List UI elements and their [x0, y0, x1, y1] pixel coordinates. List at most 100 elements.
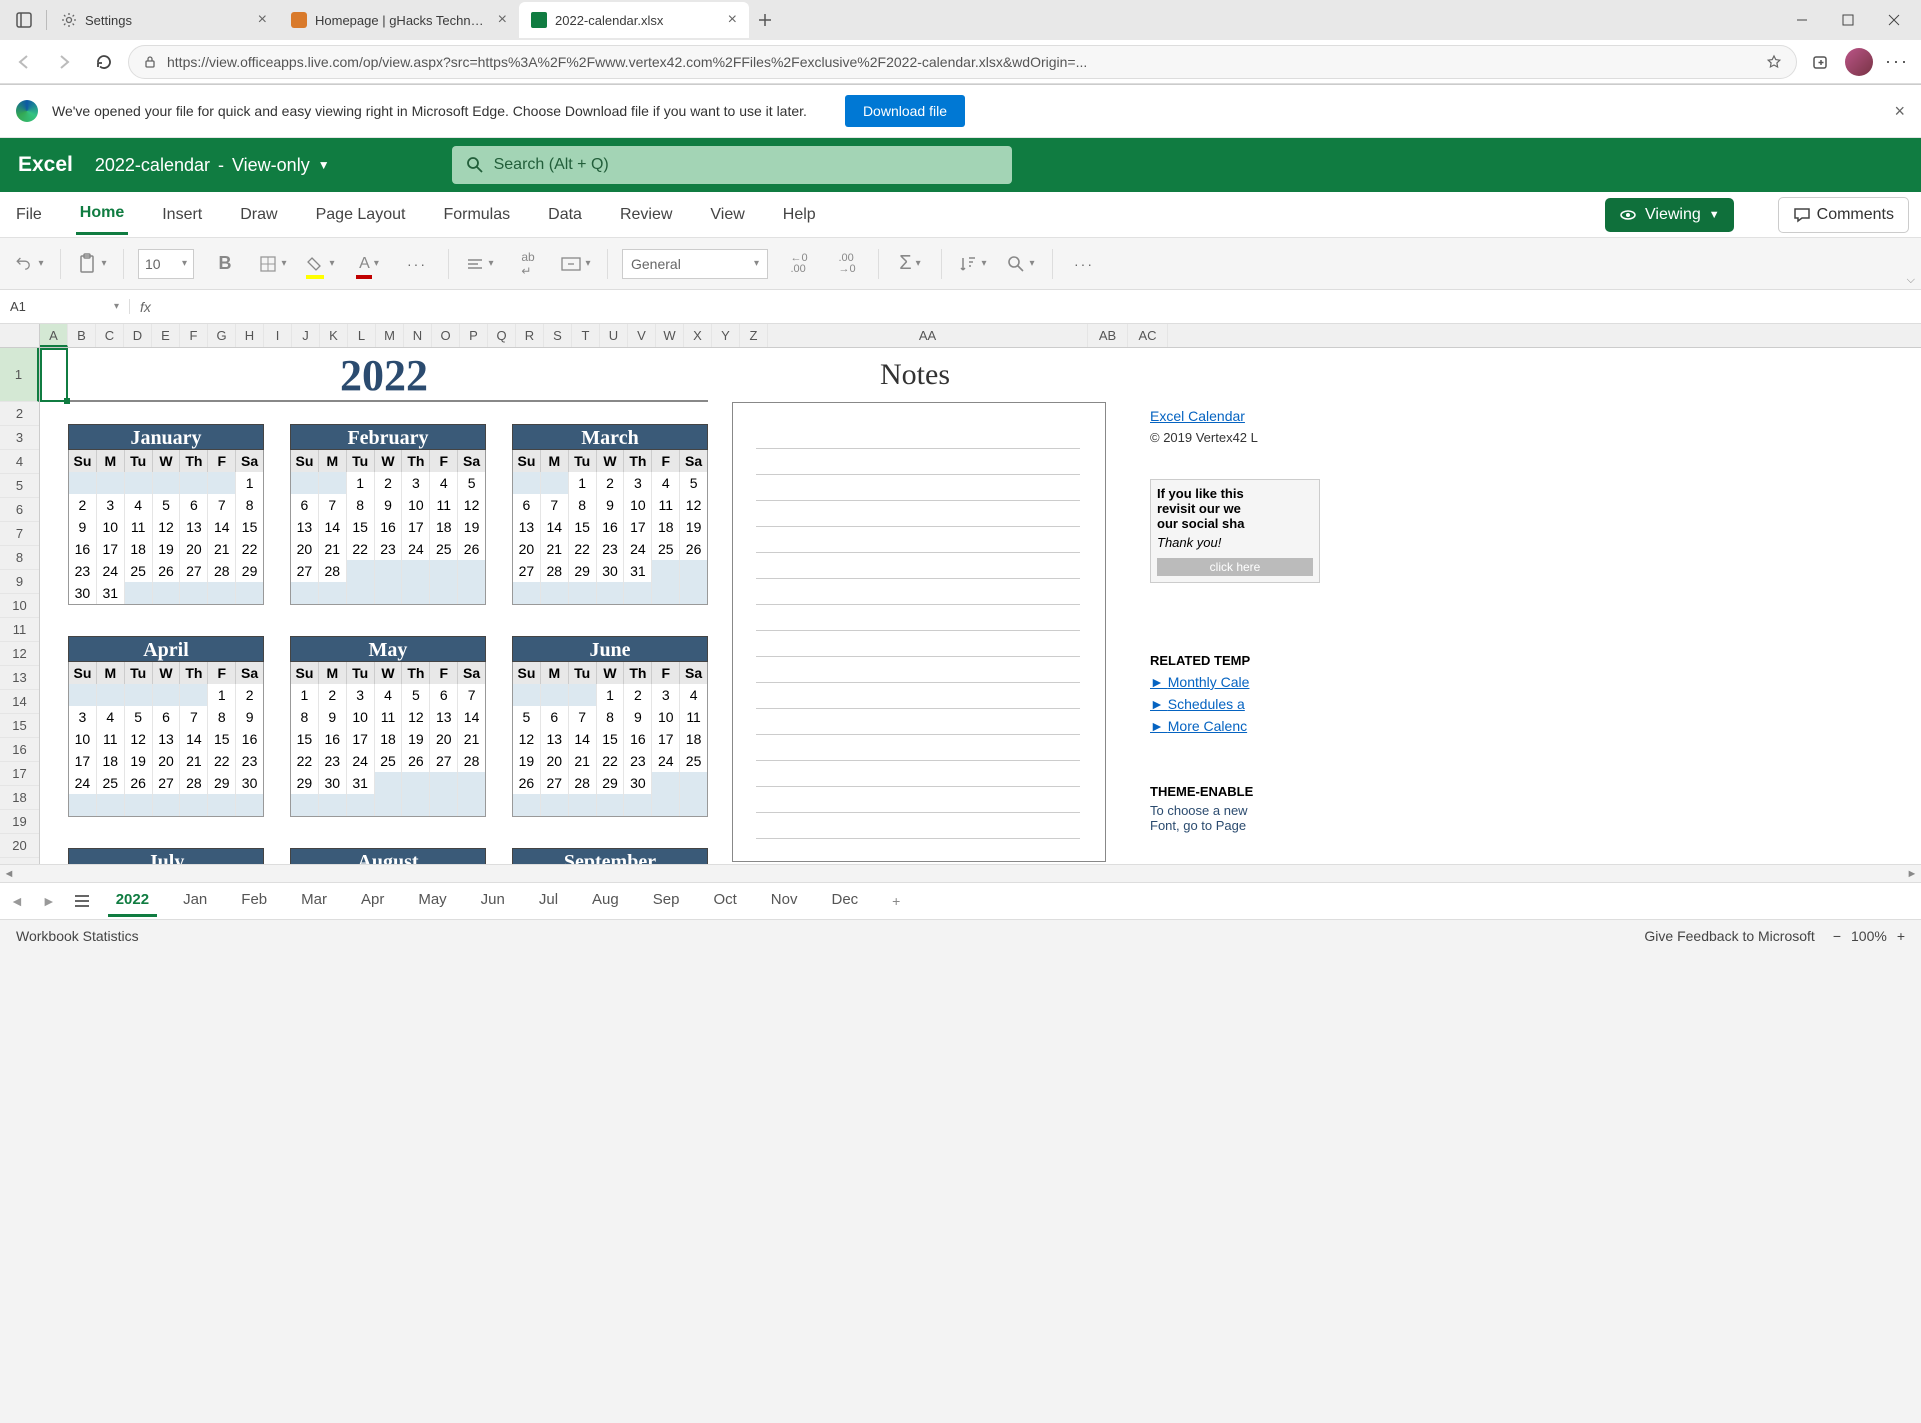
- row-header[interactable]: 3: [0, 426, 39, 450]
- column-header[interactable]: C: [96, 324, 124, 347]
- sheet-content[interactable]: 2022 Notes JanuarySuMTuWThFSa12345678910…: [40, 348, 1921, 864]
- related-link-1[interactable]: ► Monthly Cale: [1150, 674, 1320, 690]
- row-header[interactable]: 20: [0, 834, 39, 858]
- column-header[interactable]: J: [292, 324, 320, 347]
- decrease-decimal-button[interactable]: .00→0: [830, 247, 864, 281]
- all-sheets-button[interactable]: [74, 894, 90, 908]
- ribbon-tab-data[interactable]: Data: [544, 196, 586, 234]
- tab-excel-file[interactable]: 2022-calendar.xlsx ×: [519, 2, 749, 38]
- column-header[interactable]: AB: [1088, 324, 1128, 347]
- zoom-in-button[interactable]: +: [1897, 928, 1905, 944]
- row-header[interactable]: 14: [0, 690, 39, 714]
- align-button[interactable]: ▾: [463, 247, 497, 281]
- sort-filter-button[interactable]: ▾: [956, 247, 990, 281]
- scroll-left-icon[interactable]: ◄: [0, 868, 18, 880]
- column-header[interactable]: M: [376, 324, 404, 347]
- increase-decimal-button[interactable]: ←0.00: [782, 247, 816, 281]
- forward-button[interactable]: [48, 46, 80, 78]
- column-header[interactable]: O: [432, 324, 460, 347]
- collapse-ribbon-button[interactable]: ⌵: [1907, 274, 1915, 287]
- column-header[interactable]: P: [460, 324, 488, 347]
- sheet-tab[interactable]: Sep: [645, 885, 688, 917]
- close-window-button[interactable]: [1871, 0, 1917, 40]
- autosum-button[interactable]: Σ▾: [893, 247, 927, 281]
- column-header[interactable]: AC: [1128, 324, 1168, 347]
- sheet-tab[interactable]: Dec: [823, 885, 866, 917]
- column-header[interactable]: F: [180, 324, 208, 347]
- comments-button[interactable]: Comments: [1778, 197, 1909, 233]
- sheet-tab[interactable]: Apr: [353, 885, 392, 917]
- wrap-text-button[interactable]: ab↵: [511, 247, 545, 281]
- close-notification-button[interactable]: ×: [1894, 101, 1905, 122]
- column-header[interactable]: L: [348, 324, 376, 347]
- feedback-link[interactable]: Give Feedback to Microsoft: [1644, 928, 1814, 944]
- row-header[interactable]: 13: [0, 666, 39, 690]
- column-header[interactable]: K: [320, 324, 348, 347]
- column-header[interactable]: T: [572, 324, 600, 347]
- number-format-select[interactable]: General▾: [622, 249, 768, 279]
- download-file-button[interactable]: Download file: [845, 95, 965, 127]
- viewing-mode-button[interactable]: Viewing ▼: [1605, 198, 1734, 232]
- column-header[interactable]: B: [68, 324, 96, 347]
- column-header[interactable]: S: [544, 324, 572, 347]
- row-header[interactable]: 2: [0, 402, 39, 426]
- column-header[interactable]: I: [264, 324, 292, 347]
- zoom-out-button[interactable]: −: [1833, 928, 1841, 944]
- minimize-button[interactable]: [1779, 0, 1825, 40]
- column-header[interactable]: A: [40, 324, 68, 347]
- click-here-button[interactable]: click here: [1157, 558, 1313, 576]
- column-header[interactable]: W: [656, 324, 684, 347]
- column-header[interactable]: N: [404, 324, 432, 347]
- sheet-tab[interactable]: Feb: [233, 885, 275, 917]
- merge-button[interactable]: ▾: [559, 247, 593, 281]
- ribbon-tab-draw[interactable]: Draw: [236, 196, 281, 234]
- document-name[interactable]: 2022-calendar - View-only ▼: [95, 155, 330, 176]
- ribbon-tab-formulas[interactable]: Formulas: [439, 196, 514, 234]
- row-header[interactable]: 21: [0, 858, 39, 864]
- row-header[interactable]: 15: [0, 714, 39, 738]
- back-button[interactable]: [8, 46, 40, 78]
- column-header[interactable]: Y: [712, 324, 740, 347]
- column-header[interactable]: AA: [768, 324, 1088, 347]
- select-all-corner[interactable]: [0, 324, 40, 347]
- ribbon-tab-home[interactable]: Home: [76, 194, 128, 235]
- row-header[interactable]: 16: [0, 738, 39, 762]
- row-header[interactable]: 18: [0, 786, 39, 810]
- collections-button[interactable]: [1805, 46, 1837, 78]
- ribbon-tab-review[interactable]: Review: [616, 196, 676, 234]
- related-link-3[interactable]: ► More Calenc: [1150, 718, 1320, 734]
- scroll-right-icon[interactable]: ►: [1903, 868, 1921, 880]
- search-input[interactable]: [494, 156, 998, 174]
- row-header[interactable]: 4: [0, 450, 39, 474]
- sheet-tab[interactable]: Oct: [705, 885, 744, 917]
- workbook-statistics[interactable]: Workbook Statistics: [16, 928, 139, 944]
- ribbon-tab-view[interactable]: View: [706, 196, 748, 234]
- sheet-tab[interactable]: Jun: [473, 885, 513, 917]
- related-link-2[interactable]: ► Schedules a: [1150, 696, 1320, 712]
- ribbon-tab-file[interactable]: File: [12, 196, 46, 234]
- row-header[interactable]: 10: [0, 594, 39, 618]
- bold-button[interactable]: B: [208, 247, 242, 281]
- row-header[interactable]: 9: [0, 570, 39, 594]
- column-header[interactable]: X: [684, 324, 712, 347]
- paste-button[interactable]: ▾: [75, 247, 109, 281]
- row-header[interactable]: 1: [0, 348, 39, 402]
- row-header[interactable]: 17: [0, 762, 39, 786]
- column-header[interactable]: H: [236, 324, 264, 347]
- more-formatting-button[interactable]: ···: [400, 247, 434, 281]
- maximize-button[interactable]: [1825, 0, 1871, 40]
- sheet-nav-prev[interactable]: ◄: [10, 893, 24, 909]
- row-header[interactable]: 7: [0, 522, 39, 546]
- sheet-tab[interactable]: 2022: [108, 885, 157, 917]
- fx-icon[interactable]: fx: [130, 299, 161, 315]
- sheet-nav-next[interactable]: ►: [42, 893, 56, 909]
- row-header[interactable]: 6: [0, 498, 39, 522]
- profile-avatar[interactable]: [1845, 48, 1873, 76]
- sheet-tab[interactable]: Jan: [175, 885, 215, 917]
- sheet-tab[interactable]: Mar: [293, 885, 335, 917]
- find-button[interactable]: ▾: [1004, 247, 1038, 281]
- borders-button[interactable]: ▾: [256, 247, 290, 281]
- add-sheet-button[interactable]: +: [892, 893, 900, 909]
- row-header[interactable]: 11: [0, 618, 39, 642]
- row-header[interactable]: 5: [0, 474, 39, 498]
